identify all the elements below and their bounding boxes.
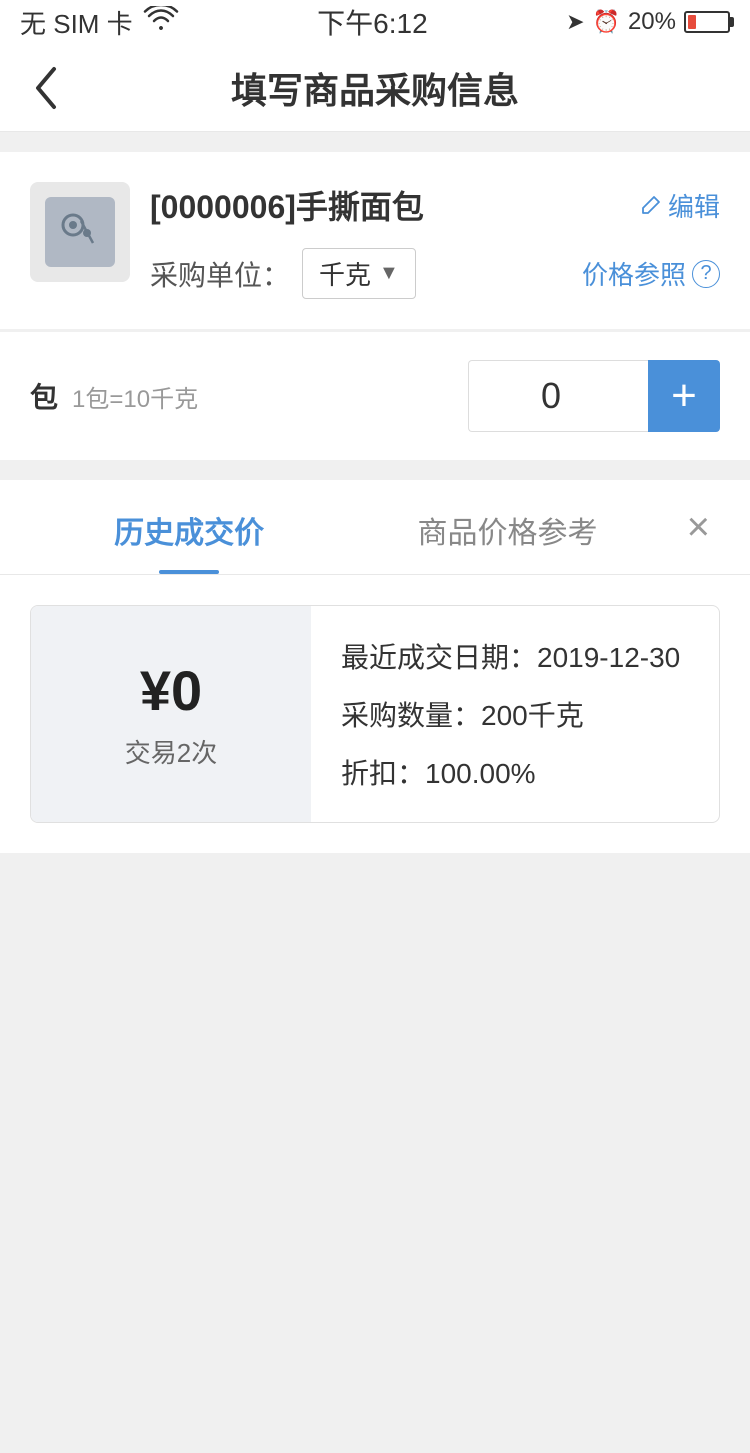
battery-icon <box>684 11 730 33</box>
tabs-header: 历史成交价 商品价格参考 × <box>0 480 750 575</box>
tab-content: ¥0 交易2次 最近成交日期：2019-12-30 采购数量：200千克 折扣：… <box>0 575 750 853</box>
qty-detail-value: 200千克 <box>481 700 584 731</box>
carrier-text: 无 SIM 卡 <box>20 4 133 41</box>
product-info: [0000006]手撕面包 编辑 采购单位： 千克 ▼ 价格 <box>150 182 720 299</box>
back-button[interactable] <box>30 63 60 113</box>
location-icon: ➤ <box>566 9 584 35</box>
edit-button[interactable]: 编辑 <box>640 187 720 224</box>
status-bar: 无 SIM 卡 下午6:12 ➤ ⏰ 20% <box>0 0 750 44</box>
discount-label: 折扣： <box>341 758 425 789</box>
product-name: [0000006]手撕面包 <box>150 182 424 228</box>
page-title: 填写商品采购信息 <box>231 62 519 114</box>
tab-close-button[interactable]: × <box>677 495 720 560</box>
nav-bar: 填写商品采购信息 <box>0 44 750 132</box>
qty-detail-label: 采购数量： <box>341 700 481 731</box>
qty-hint: 1包=10千克 <box>72 379 198 414</box>
price-card: ¥0 交易2次 最近成交日期：2019-12-30 采购数量：200千克 折扣：… <box>30 605 720 823</box>
tab-history-label: 历史成交价 <box>114 517 264 550</box>
status-left: 无 SIM 卡 <box>20 4 179 41</box>
product-name-row: [0000006]手撕面包 编辑 <box>150 182 720 228</box>
product-thumb-inner <box>45 197 115 267</box>
qty-input[interactable] <box>468 360 648 432</box>
product-card: [0000006]手撕面包 编辑 采购单位： 千克 ▼ 价格 <box>0 152 750 329</box>
price-ref-button[interactable]: 价格参照 ? <box>582 255 720 292</box>
plus-icon: + <box>671 371 697 421</box>
discount-value: 100.00% <box>425 758 536 789</box>
qty-unit: 包 <box>30 376 58 416</box>
recent-date-row: 最近成交日期：2019-12-30 <box>341 636 689 676</box>
status-right: ➤ ⏰ 20% <box>566 8 730 36</box>
unit-label-text: 采购单位： <box>150 254 290 294</box>
price-left: ¥0 交易2次 <box>31 606 311 822</box>
qty-detail-row: 采购数量：200千克 <box>341 694 689 734</box>
status-time: 下午6:12 <box>317 2 428 42</box>
recent-date-label: 最近成交日期： <box>341 642 537 673</box>
recent-date-value: 2019-12-30 <box>537 642 680 673</box>
price-amount: ¥0 <box>140 658 202 723</box>
qty-input-group: + <box>468 360 720 432</box>
product-header: [0000006]手撕面包 编辑 采购单位： 千克 ▼ 价格 <box>30 182 720 299</box>
alarm-icon: ⏰ <box>593 9 620 35</box>
tab-price-ref-label: 商品价格参考 <box>417 517 597 550</box>
wifi-icon <box>143 6 179 39</box>
tab-product-price-ref[interactable]: 商品价格参考 <box>348 480 666 574</box>
price-right: 最近成交日期：2019-12-30 采购数量：200千克 折扣：100.00% <box>311 606 719 822</box>
unit-select[interactable]: 千克 ▼ <box>302 248 416 299</box>
qty-plus-button[interactable]: + <box>648 360 720 432</box>
unit-section: 采购单位： 千克 ▼ <box>150 248 416 299</box>
qty-label: 包 1包=10千克 <box>30 376 198 416</box>
unit-value: 千克 <box>319 255 371 292</box>
bottom-area <box>0 853 750 1453</box>
tabs-panel: 历史成交价 商品价格参考 × ¥0 交易2次 最近成交日期：2019-12-30… <box>0 480 750 853</box>
product-thumbnail <box>30 182 130 282</box>
battery-percent: 20% <box>628 8 676 36</box>
discount-row: 折扣：100.00% <box>341 752 689 792</box>
price-trades: 交易2次 <box>125 733 217 770</box>
product-unit-row: 采购单位： 千克 ▼ 价格参照 ? <box>150 248 720 299</box>
tab-history-price[interactable]: 历史成交价 <box>30 480 348 574</box>
price-ref-label: 价格参照 <box>582 255 686 292</box>
help-icon: ? <box>692 260 720 288</box>
edit-label: 编辑 <box>668 187 720 224</box>
separator <box>0 460 750 480</box>
chevron-down-icon: ▼ <box>379 262 399 285</box>
quantity-row: 包 1包=10千克 + <box>0 331 750 460</box>
